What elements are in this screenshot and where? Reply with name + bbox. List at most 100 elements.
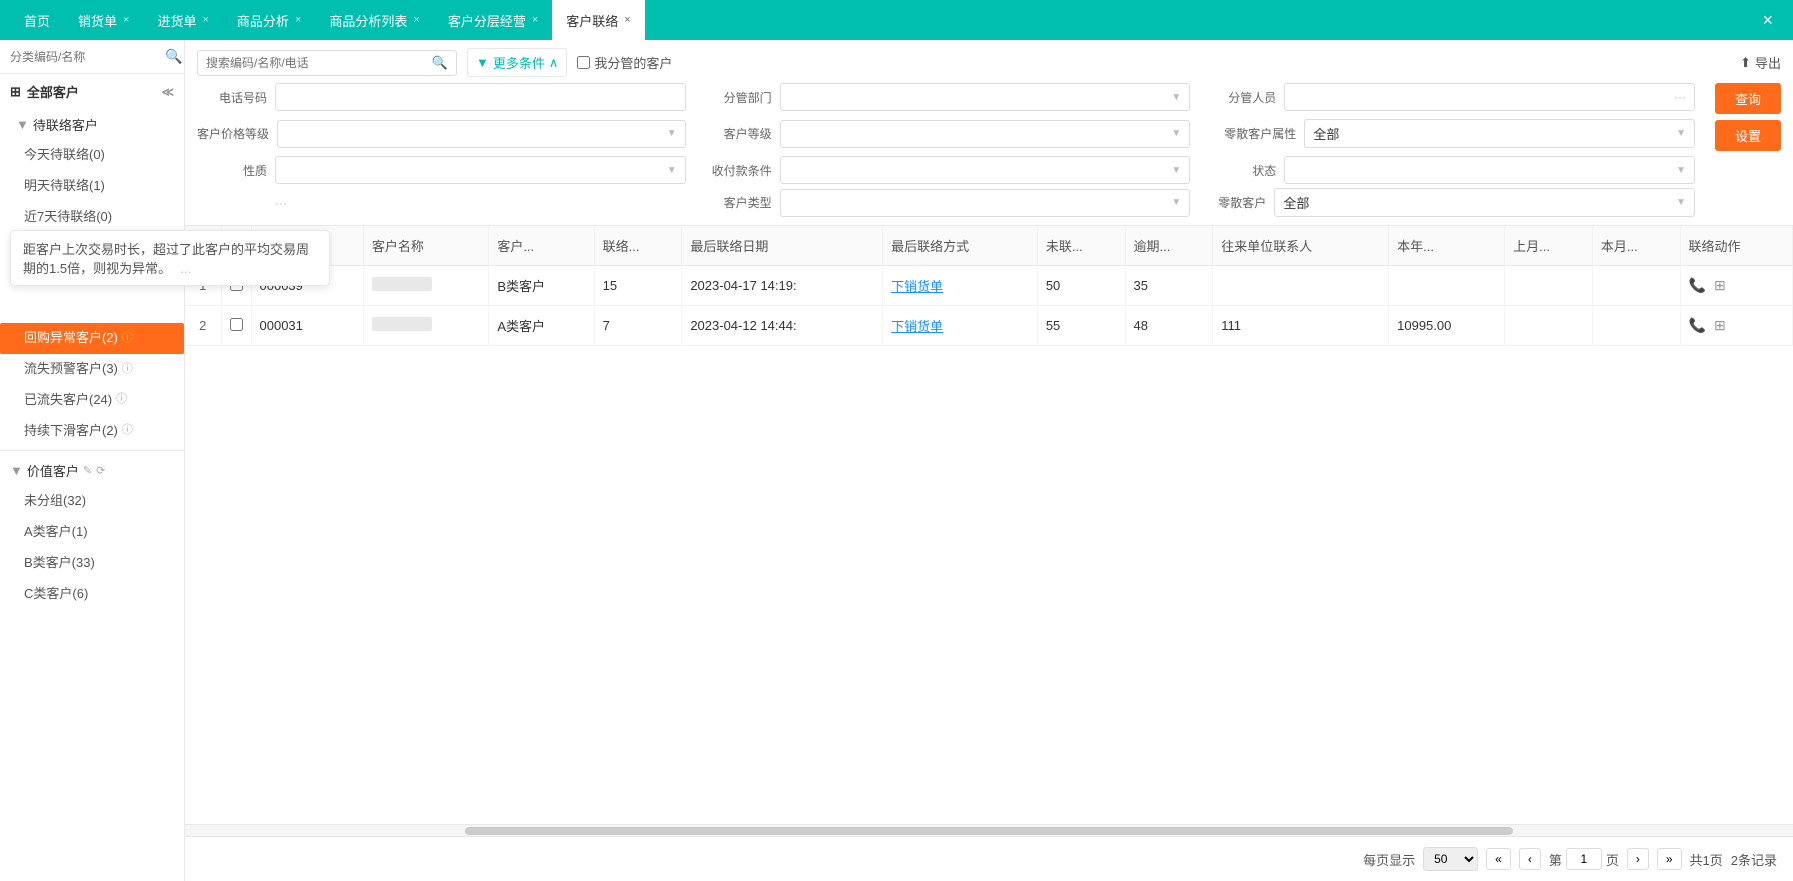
sidebar-item-ungrouped[interactable]: 未分组(32) [0,486,184,517]
export-button[interactable]: ⬆ 导出 [1740,53,1781,72]
more-filters-button[interactable]: ▼ 更多条件 ∧ [467,48,567,77]
chevron-down-icon: ▼ [1676,165,1686,176]
contact-icon[interactable]: 📞 [1689,277,1706,294]
phone-input[interactable] [275,83,686,111]
query-button[interactable]: 查询 [1715,83,1781,114]
sidebar-item-class-a[interactable]: A类客户(1) [0,517,184,548]
row-contact-count: 15 [594,266,682,306]
close-icon[interactable]: × [532,14,538,26]
sidebar: 🔍 ⊞ 全部客户 ≪ ▼ 待联络客户 今天待联络(0) 明天待联络(1) 近7天… [0,40,185,881]
row-last-contact-method[interactable]: 下销货单 [883,306,1038,346]
sidebar-item-churned[interactable]: 已流失客户(24) ⓘ [0,385,184,416]
dept-select[interactable]: ▼ [780,83,1191,111]
refresh-icon[interactable]: ⟳ [96,464,105,477]
person-input[interactable]: ··· [1284,83,1695,111]
row-checkbox-input[interactable] [230,318,243,331]
first-page-button[interactable]: « [1486,848,1511,870]
customer-level-select[interactable]: ▼ [780,120,1191,148]
top-nav: 首页 销货单 × 进货单 × 商品分析 × 商品分析列表 × 客户分层经营 × … [0,0,1793,40]
close-icon[interactable]: × [624,14,630,26]
filter-phone: 电话号码 [197,83,686,111]
close-icon[interactable]: × [413,14,419,26]
search-input[interactable] [206,56,432,70]
th-last-contact-method[interactable]: 最后联络方式 [883,226,1038,266]
th-this-year[interactable]: 本年... [1389,226,1505,266]
chevron-down-icon: ▼ [667,165,677,176]
customer-type-select[interactable]: ▼ [780,189,1191,217]
th-name[interactable]: 客户名称 [363,226,488,266]
nav-customer-contact[interactable]: 客户联络 × [552,0,644,40]
my-customers-checkbox-input[interactable] [577,56,590,69]
nav-product-analysis[interactable]: 商品分析 × [223,0,315,40]
edit-icon[interactable]: ✎ [83,464,92,477]
last-page-button[interactable]: » [1657,848,1682,870]
sidebar-item-class-c[interactable]: C类客户(6) [0,579,184,610]
arrow-down-icon: ▼ [16,117,29,132]
prev-page-button[interactable]: ‹ [1519,848,1541,870]
contact-icon[interactable]: 📞 [1689,317,1706,334]
close-icon[interactable]: × [202,14,208,26]
sidebar-item-tomorrow[interactable]: 明天待联络(1) [0,171,184,202]
sidebar-section-pending[interactable]: ▼ 待联络客户 [0,109,184,140]
sidebar-item-7days[interactable]: 近7天待联络(0) [0,202,184,233]
close-icon[interactable]: × [123,14,129,26]
row-checkbox[interactable] [221,306,251,346]
chevron-up-icon: ∧ [549,55,559,71]
sidebar-item-class-b[interactable]: B类客户(33) [0,548,184,579]
row-this-month [1592,266,1680,306]
more-action-icon[interactable]: ⊞ [1714,277,1726,294]
data-table-area: ⚙ 客户编码 客户名称 客户... 联络... 最后联络日期 最后联络方式 未联… [185,226,1793,824]
nav-customer-layered[interactable]: 客户分层经营 × [434,0,552,40]
settings-button[interactable]: 设置 [1715,120,1781,151]
horizontal-scrollbar[interactable] [185,824,1793,836]
th-uncontacted[interactable]: 未联... [1037,226,1125,266]
close-icon[interactable]: × [295,14,301,26]
filter-dept: 分管部门 ▼ [702,83,1191,111]
chevron-down-icon: ▼ [1171,128,1181,139]
th-contact-person[interactable]: 往来单位联系人 [1213,226,1389,266]
nav-purchase-order[interactable]: 进货单 × [143,0,222,40]
all-customers-header[interactable]: ⊞ 全部客户 ≪ [0,74,184,109]
next-page-button[interactable]: › [1627,848,1649,870]
sidebar-section-value[interactable]: ▼ 价值客户 ✎ ⟳ [0,455,184,486]
scrollbar-thumb[interactable] [465,827,1513,835]
sidebar-item-churn-warning[interactable]: 流失预警客户(3) ⓘ [0,354,184,385]
contact-method-link[interactable]: 下销货单 [891,279,943,294]
sidebar-item-today[interactable]: 今天待联络(0) [0,140,184,171]
my-customers-checkbox[interactable]: 我分管的客户 [577,53,672,72]
nav-sales-order[interactable]: 销货单 × [64,0,143,40]
th-category[interactable]: 客户... [489,226,594,266]
content-area: 🔍 ▼ 更多条件 ∧ 我分管的客户 ⬆ 导出 [185,40,1793,881]
chevron-down-icon: ▼ [1171,197,1181,208]
row-last-contact-method[interactable]: 下销货单 [883,266,1038,306]
action-buttons: 查询 设置 [1715,83,1781,151]
filter-nature: 性质 ▼ [197,156,686,184]
page-input[interactable] [1566,848,1602,870]
collapse-icon[interactable]: ≪ [161,85,174,99]
th-overdue[interactable]: 逾期... [1125,226,1213,266]
nav-product-analysis-list[interactable]: 商品分析列表 × [315,0,433,40]
th-last-month[interactable]: 上月... [1505,226,1593,266]
payment-select[interactable]: ▼ [780,156,1191,184]
sidebar-item-declining[interactable]: 持续下滑客户(2) ⓘ [0,416,184,447]
price-level-select[interactable]: ▼ [277,120,686,148]
nature-select[interactable]: ▼ [275,156,686,184]
th-this-month[interactable]: 本月... [1592,226,1680,266]
page-size-select[interactable]: 50 100 200 [1423,847,1478,871]
th-contact-count[interactable]: 联络... [594,226,682,266]
contact-method-link[interactable]: 下销货单 [891,319,943,334]
status-select[interactable]: ▼ [1284,156,1695,184]
nav-home[interactable]: 首页 [10,0,64,40]
retail-attr-select[interactable]: 全部 ▼ [1304,119,1695,148]
th-last-contact-date[interactable]: 最后联络日期 [682,226,883,266]
sidebar-search-input[interactable] [10,50,165,64]
data-table: ⚙ 客户编码 客户名称 客户... 联络... 最后联络日期 最后联络方式 未联… [185,226,1793,346]
row-contact-person [1213,266,1389,306]
more-action-icon[interactable]: ⊞ [1714,317,1726,334]
retail-select[interactable]: 全部 ▼ [1274,188,1695,217]
filter-bar: 🔍 ▼ 更多条件 ∧ 我分管的客户 ⬆ 导出 [185,40,1793,226]
sidebar-item-repurchase-abnormal[interactable]: 回购异常客户(2) ⓘ [0,323,184,354]
sidebar-search-bar: 🔍 [0,40,184,74]
info-icon: ⓘ [116,391,127,409]
window-close-button[interactable]: × [1752,10,1783,31]
